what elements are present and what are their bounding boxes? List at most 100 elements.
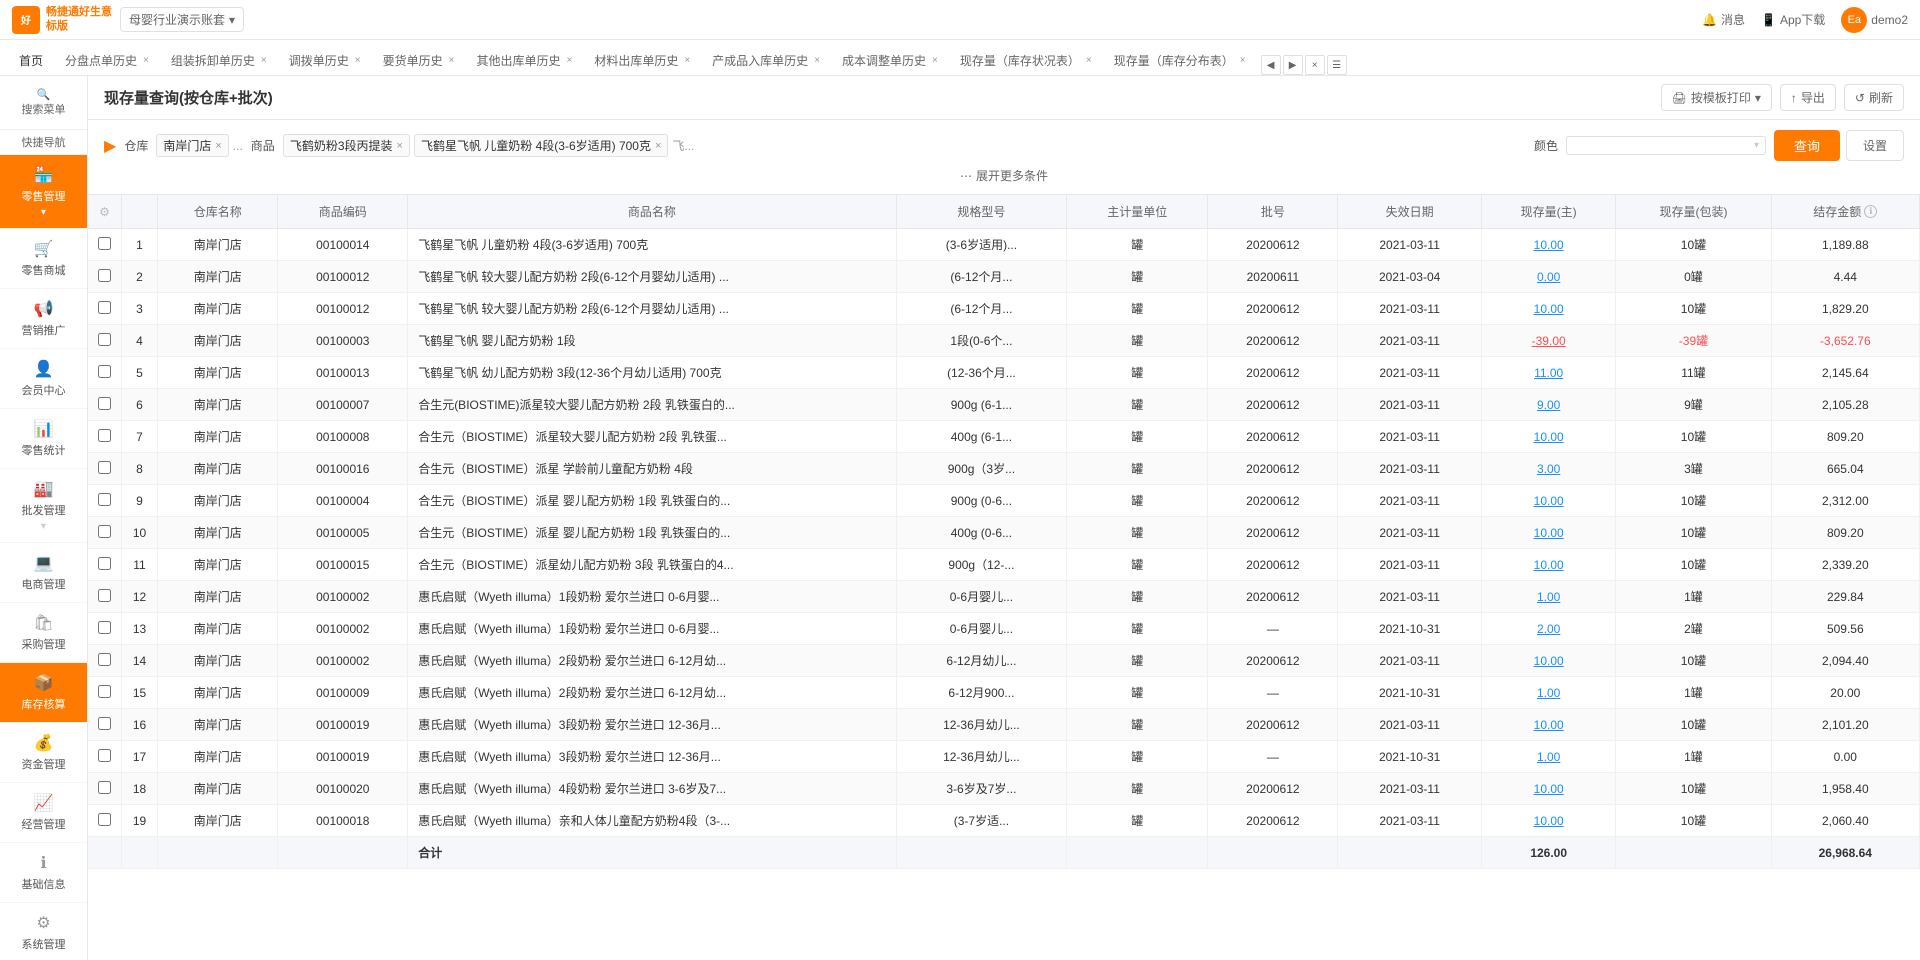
remove-product-tag-1[interactable]: × (397, 140, 403, 152)
table-cell[interactable]: 10.00 (1482, 485, 1616, 517)
row-select-checkbox[interactable] (98, 301, 111, 314)
table-cell[interactable]: 10.00 (1482, 709, 1616, 741)
row-select-checkbox[interactable] (98, 749, 111, 762)
sidebar-item-sys-mgmt[interactable]: ⚙ 系统管理 (0, 903, 87, 960)
close-icon[interactable]: × (449, 55, 455, 66)
table-cell[interactable]: 10.00 (1482, 293, 1616, 325)
row-select-checkbox[interactable] (98, 461, 111, 474)
sidebar-item-retail-stats[interactable]: 📊 零售统计 (0, 409, 87, 469)
app-download-btn[interactable]: 📱 App下载 (1761, 11, 1825, 28)
row-select-checkbox[interactable] (98, 365, 111, 378)
table-cell[interactable]: 11.00 (1482, 357, 1616, 389)
close-icon[interactable]: × (814, 55, 820, 66)
color-filter-input[interactable]: ▾ (1566, 136, 1766, 155)
row-select-checkbox[interactable] (98, 525, 111, 538)
row-select-checkbox[interactable] (98, 269, 111, 282)
warehouse-tag-chip[interactable]: 南岸门店 × (156, 134, 228, 157)
search-menu-btn[interactable]: 🔍 搜索菜单 (6, 84, 81, 121)
close-icon[interactable]: × (355, 55, 361, 66)
nav-next-btn[interactable]: ▶ (1283, 55, 1303, 75)
sidebar-item-business-mgmt[interactable]: 📈 经营管理 (0, 783, 87, 843)
row-select-checkbox[interactable] (98, 397, 111, 410)
warehouse-more[interactable]: ... (233, 139, 243, 153)
row-select-checkbox[interactable] (98, 557, 111, 570)
nav-close-btn[interactable]: × (1305, 55, 1325, 75)
row-select-checkbox[interactable] (98, 653, 111, 666)
row-select-checkbox[interactable] (98, 781, 111, 794)
close-icon[interactable]: × (1086, 55, 1092, 66)
table-cell[interactable]: 10.00 (1482, 517, 1616, 549)
message-btn[interactable]: 🔔 消息 (1702, 11, 1745, 28)
close-icon[interactable]: × (684, 55, 690, 66)
sidebar-item-member[interactable]: 👤 会员中心 (0, 349, 87, 409)
table-cell[interactable]: 10.00 (1482, 773, 1616, 805)
table-cell[interactable]: -39.00 (1482, 325, 1616, 357)
table-cell[interactable]: 2.00 (1482, 613, 1616, 645)
table-settings-icon[interactable]: ⚙ (99, 205, 110, 219)
sidebar-item-basic-info[interactable]: ℹ 基础信息 (0, 843, 87, 903)
tab-成本调整单历史[interactable]: 成本调整单历史 × (831, 45, 949, 75)
sidebar-item-inventory[interactable]: 📦 库存核算 (0, 663, 87, 723)
tab-产成品入库单历史[interactable]: 产成品入库单历史 × (701, 45, 831, 75)
export-btn[interactable]: ↑ 导出 (1780, 84, 1836, 111)
nav-prev-btn[interactable]: ◀ (1261, 55, 1281, 75)
table-cell[interactable]: 1.00 (1482, 741, 1616, 773)
product-tag-chip-1[interactable]: 飞鹤奶粉3段丙提装 × (283, 134, 410, 157)
sidebar-item-purchase[interactable]: 🛍 采购管理 (0, 603, 87, 663)
row-select-checkbox[interactable] (98, 237, 111, 250)
industry-selector[interactable]: 母婴行业演示账套 ▾ (120, 7, 244, 32)
expand-more-conditions[interactable]: ⋯ 展开更多条件 (104, 167, 1904, 184)
tab-材料出库单历史[interactable]: 材料出库单历史 × (583, 45, 701, 75)
sidebar-item-marketing[interactable]: 📢 营销推广 (0, 289, 87, 349)
tab-现存量库存分布表[interactable]: 现存量（库存分布表） × (1103, 45, 1257, 75)
row-select-checkbox[interactable] (98, 429, 111, 442)
settings-btn[interactable]: 设置 (1846, 130, 1904, 161)
filter-expand-arrow[interactable]: ▶ (104, 136, 116, 156)
table-cell[interactable]: 9.00 (1482, 389, 1616, 421)
table-cell[interactable]: 1.00 (1482, 677, 1616, 709)
tab-调拨单历史[interactable]: 调拨单历史 × (278, 45, 372, 75)
tab-其他出库单历史[interactable]: 其他出库单历史 × (465, 45, 583, 75)
tab-现存量库存状况表[interactable]: 现存量（库存状况表） × (949, 45, 1103, 75)
template-print-btn[interactable]: 🖨 按模板打印 ▾ (1661, 84, 1772, 111)
product-tag-chip-2[interactable]: 飞鹤星飞帆 儿童奶粉 4段(3-6岁适用) 700克 × (414, 134, 668, 157)
sidebar-item-finance[interactable]: 💰 资金管理 (0, 723, 87, 783)
row-select-checkbox[interactable] (98, 589, 111, 602)
close-icon[interactable]: × (143, 55, 149, 66)
tab-组装拆卸单历史[interactable]: 组装拆卸单历史 × (160, 45, 278, 75)
table-cell[interactable]: 10.00 (1482, 805, 1616, 837)
sidebar-item-wholesale[interactable]: 🏭 批发管理 ▾ (0, 469, 87, 543)
table-cell[interactable]: 10.00 (1482, 229, 1616, 261)
row-select-checkbox[interactable] (98, 717, 111, 730)
sidebar-item-retail-store[interactable]: 🛒 零售商城 (0, 229, 87, 289)
row-select-checkbox[interactable] (98, 493, 111, 506)
close-icon[interactable]: × (261, 55, 267, 66)
nav-menu-btn[interactable]: ☰ (1327, 55, 1347, 75)
table-cell[interactable]: 1.00 (1482, 581, 1616, 613)
user-area[interactable]: Ea demo2 (1841, 7, 1908, 33)
table-cell[interactable]: 0.00 (1482, 261, 1616, 293)
balance-info-icon[interactable]: ℹ (1864, 205, 1877, 218)
quick-nav-btn[interactable]: 快捷导航 (0, 130, 87, 155)
product-more[interactable]: 飞... (672, 137, 694, 154)
row-select-checkbox[interactable] (98, 621, 111, 634)
sidebar-item-retail-mgmt[interactable]: 🏪 零售管理 ▾ (0, 155, 87, 229)
table-cell[interactable]: 10.00 (1482, 645, 1616, 677)
tab-home[interactable]: 首页 (8, 45, 54, 75)
row-select-checkbox[interactable] (98, 333, 111, 346)
close-icon[interactable]: × (1240, 55, 1246, 66)
table-cell[interactable]: 3.00 (1482, 453, 1616, 485)
row-select-checkbox[interactable] (98, 813, 111, 826)
refresh-btn[interactable]: ↺ 刷新 (1844, 84, 1904, 111)
close-icon[interactable]: × (932, 55, 938, 66)
th-settings[interactable]: ⚙ (88, 195, 122, 229)
remove-warehouse-tag[interactable]: × (215, 140, 221, 152)
close-icon[interactable]: × (566, 55, 572, 66)
table-cell[interactable]: 10.00 (1482, 549, 1616, 581)
table-cell[interactable]: 10.00 (1482, 421, 1616, 453)
query-btn[interactable]: 查询 (1774, 130, 1840, 161)
row-select-checkbox[interactable] (98, 685, 111, 698)
sidebar-item-ecommerce[interactable]: 💻 电商管理 (0, 543, 87, 603)
tab-分盘点单历史[interactable]: 分盘点单历史 × (54, 45, 160, 75)
remove-product-tag-2[interactable]: × (655, 140, 661, 152)
